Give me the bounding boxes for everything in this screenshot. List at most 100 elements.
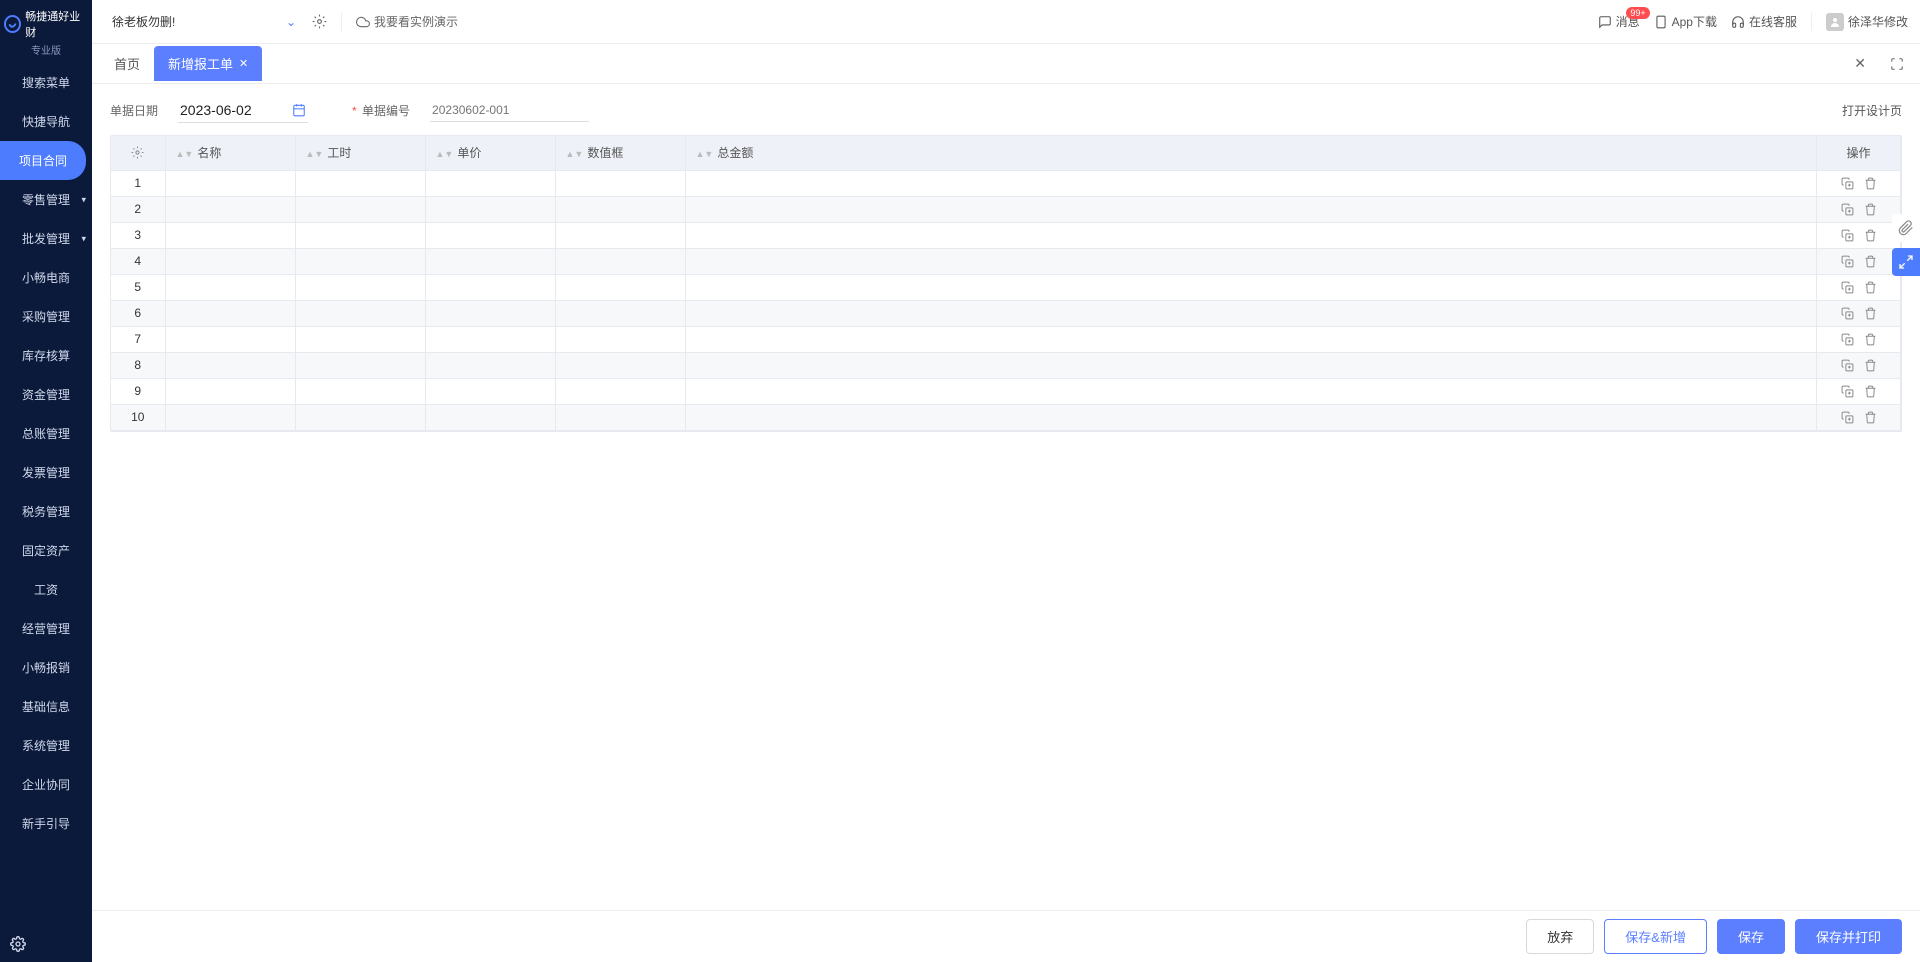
sort-icon[interactable]: ▲▼ <box>306 152 324 157</box>
col-numbox[interactable]: ▲▼数值框 <box>555 136 685 170</box>
row-delete-button[interactable] <box>1864 177 1877 190</box>
cell-name[interactable] <box>165 248 295 274</box>
cell-numbox[interactable] <box>555 404 685 430</box>
attachment-button[interactable] <box>1892 214 1920 242</box>
close-icon[interactable]: ✕ <box>239 57 248 70</box>
row-delete-button[interactable] <box>1864 255 1877 268</box>
cell-name[interactable] <box>165 222 295 248</box>
row-copy-button[interactable] <box>1841 255 1854 268</box>
table-row[interactable]: 9 <box>111 378 1901 404</box>
cell-numbox[interactable] <box>555 222 685 248</box>
table-row[interactable]: 3 <box>111 222 1901 248</box>
cell-total[interactable] <box>685 326 1817 352</box>
cell-name[interactable] <box>165 378 295 404</box>
cell-total[interactable] <box>685 274 1817 300</box>
sidebar-item-4[interactable]: 批发管理▾ <box>0 219 92 258</box>
sidebar-item-10[interactable]: 发票管理 <box>0 453 92 492</box>
table-row[interactable]: 2 <box>111 196 1901 222</box>
cell-name[interactable] <box>165 404 295 430</box>
save-button[interactable]: 保存 <box>1717 919 1785 954</box>
col-hours[interactable]: ▲▼工时 <box>295 136 425 170</box>
row-copy-button[interactable] <box>1841 203 1854 216</box>
cell-price[interactable] <box>425 274 555 300</box>
table-row[interactable]: 8 <box>111 352 1901 378</box>
design-page-link[interactable]: 打开设计页 <box>1842 102 1902 119</box>
sidebar-item-17[interactable]: 系统管理 <box>0 726 92 765</box>
row-delete-button[interactable] <box>1864 333 1877 346</box>
org-selector[interactable]: 徐老板勿删! ⌄ <box>104 9 304 34</box>
row-delete-button[interactable] <box>1864 385 1877 398</box>
expand-button[interactable] <box>1892 248 1920 276</box>
table-row[interactable]: 6 <box>111 300 1901 326</box>
sidebar-item-8[interactable]: 资金管理 <box>0 375 92 414</box>
save-new-button[interactable]: 保存&新增 <box>1604 919 1707 954</box>
cell-total[interactable] <box>685 222 1817 248</box>
row-copy-button[interactable] <box>1841 333 1854 346</box>
cell-hours[interactable] <box>295 274 425 300</box>
sidebar-item-0[interactable]: 搜索菜单 <box>0 63 92 102</box>
app-download-button[interactable]: App下载 <box>1654 13 1717 30</box>
column-settings[interactable] <box>111 136 165 170</box>
cell-total[interactable] <box>685 248 1817 274</box>
sidebar-item-3[interactable]: 零售管理▾ <box>0 180 92 219</box>
sidebar-item-14[interactable]: 经营管理 <box>0 609 92 648</box>
col-price[interactable]: ▲▼单价 <box>425 136 555 170</box>
sort-icon[interactable]: ▲▼ <box>696 152 714 157</box>
sidebar-item-6[interactable]: 采购管理 <box>0 297 92 336</box>
row-copy-button[interactable] <box>1841 281 1854 294</box>
table-row[interactable]: 4 <box>111 248 1901 274</box>
sidebar-item-5[interactable]: 小畅电商 <box>0 258 92 297</box>
cell-numbox[interactable] <box>555 170 685 196</box>
row-copy-button[interactable] <box>1841 385 1854 398</box>
tab-0[interactable]: 首页 <box>100 46 154 81</box>
date-input[interactable]: 2023-06-02 <box>178 98 308 123</box>
cell-name[interactable] <box>165 170 295 196</box>
table-row[interactable]: 10 <box>111 404 1901 430</box>
col-total[interactable]: ▲▼总金额 <box>685 136 1817 170</box>
cell-numbox[interactable] <box>555 274 685 300</box>
tab-1[interactable]: 新增报工单✕ <box>154 46 262 81</box>
cell-price[interactable] <box>425 170 555 196</box>
sidebar-item-15[interactable]: 小畅报销 <box>0 648 92 687</box>
cell-total[interactable] <box>685 196 1817 222</box>
sidebar-item-7[interactable]: 库存核算 <box>0 336 92 375</box>
sidebar-item-16[interactable]: 基础信息 <box>0 687 92 726</box>
col-name[interactable]: ▲▼名称 <box>165 136 295 170</box>
cell-total[interactable] <box>685 404 1817 430</box>
discard-button[interactable]: 放弃 <box>1526 919 1594 954</box>
row-delete-button[interactable] <box>1864 411 1877 424</box>
cell-hours[interactable] <box>295 196 425 222</box>
docno-input[interactable] <box>430 99 589 122</box>
cell-numbox[interactable] <box>555 352 685 378</box>
sidebar-item-2[interactable]: 项目合同 <box>0 141 86 180</box>
cell-price[interactable] <box>425 378 555 404</box>
row-copy-button[interactable] <box>1841 411 1854 424</box>
table-row[interactable]: 1 <box>111 170 1901 196</box>
sidebar-item-19[interactable]: 新手引导 <box>0 804 92 843</box>
cell-hours[interactable] <box>295 248 425 274</box>
cell-numbox[interactable] <box>555 196 685 222</box>
row-delete-button[interactable] <box>1864 281 1877 294</box>
fullscreen-toggle[interactable] <box>1882 53 1912 75</box>
sidebar-item-1[interactable]: 快捷导航 <box>0 102 92 141</box>
table-row[interactable]: 7 <box>111 326 1901 352</box>
cell-hours[interactable] <box>295 352 425 378</box>
cell-name[interactable] <box>165 196 295 222</box>
row-delete-button[interactable] <box>1864 203 1877 216</box>
close-all-tabs[interactable]: ✕ <box>1846 51 1874 76</box>
cell-price[interactable] <box>425 248 555 274</box>
cell-total[interactable] <box>685 300 1817 326</box>
sidebar-item-9[interactable]: 总账管理 <box>0 414 92 453</box>
sort-icon[interactable]: ▲▼ <box>436 152 454 157</box>
cell-price[interactable] <box>425 222 555 248</box>
cell-price[interactable] <box>425 300 555 326</box>
save-print-button[interactable]: 保存并打印 <box>1795 919 1902 954</box>
cell-total[interactable] <box>685 352 1817 378</box>
row-delete-button[interactable] <box>1864 229 1877 242</box>
settings-icon[interactable] <box>304 14 335 29</box>
row-copy-button[interactable] <box>1841 229 1854 242</box>
sort-icon[interactable]: ▲▼ <box>176 152 194 157</box>
sidebar-item-12[interactable]: 固定资产 <box>0 531 92 570</box>
cell-hours[interactable] <box>295 300 425 326</box>
cell-price[interactable] <box>425 326 555 352</box>
